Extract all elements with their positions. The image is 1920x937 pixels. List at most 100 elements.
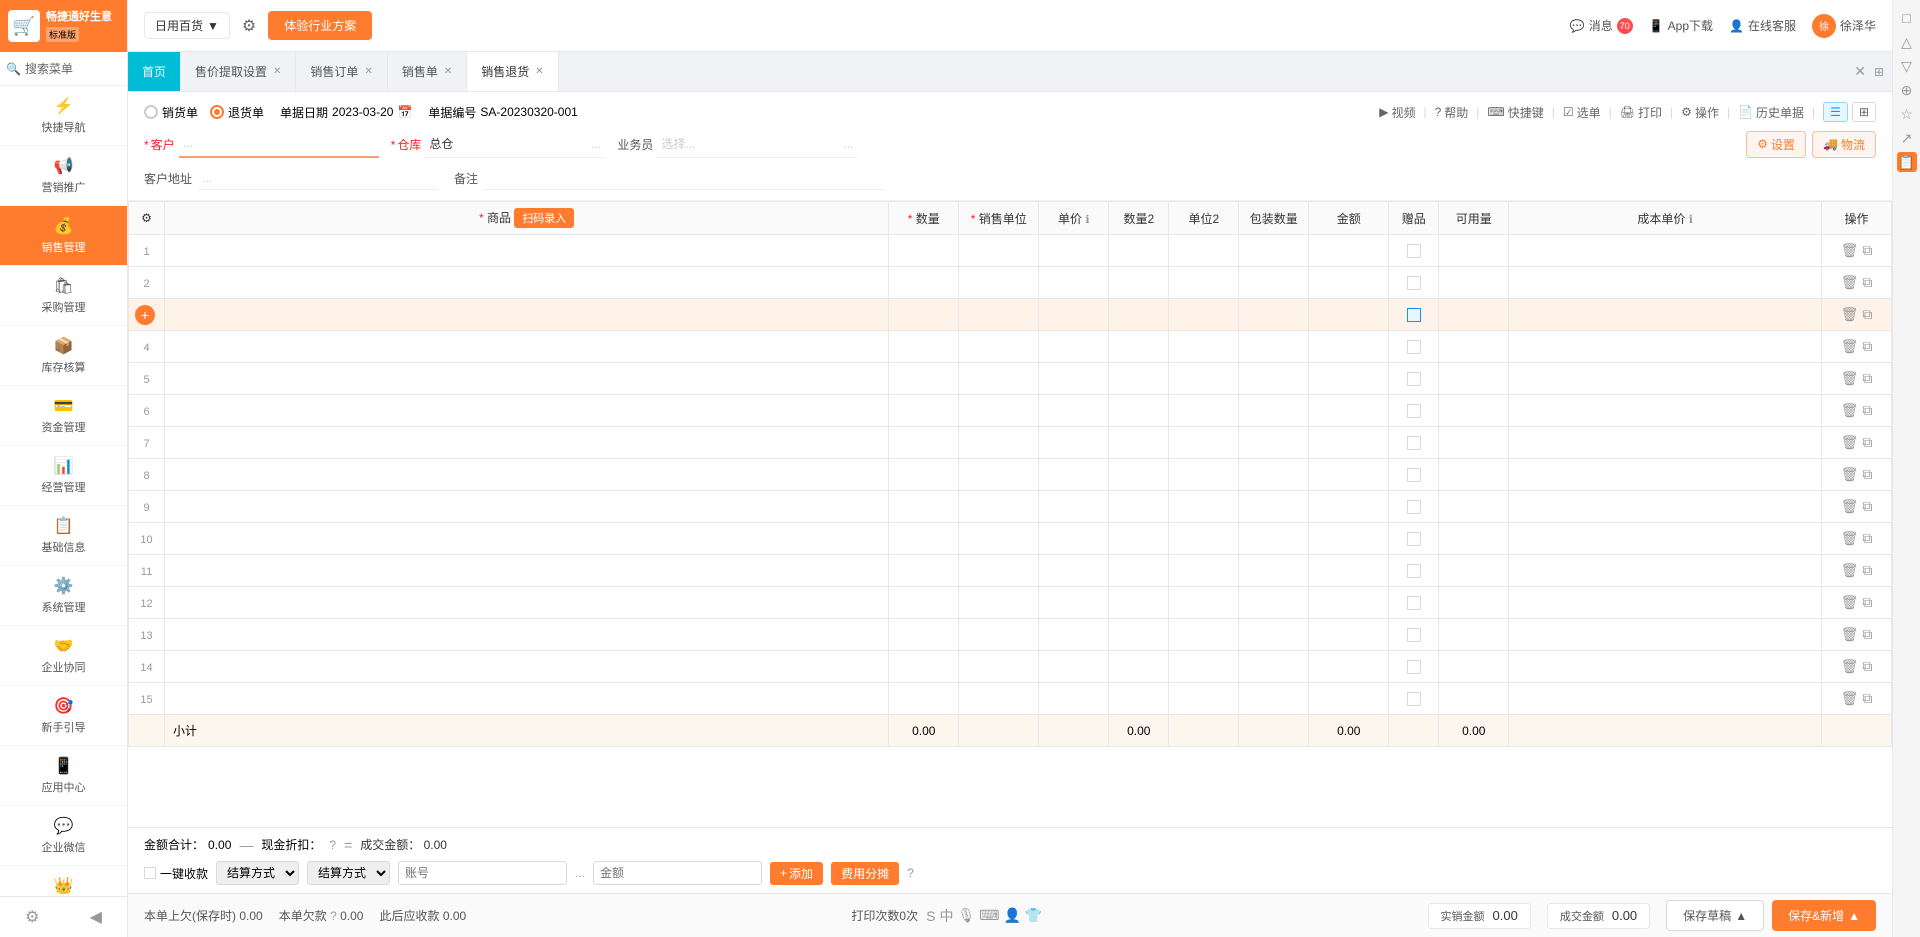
sidebar-item-purchase[interactable]: 🛍 采购管理 (0, 266, 127, 326)
topbar-gear-icon[interactable]: ⚙ (238, 12, 260, 40)
user-profile[interactable]: 徐 徐泽华 (1812, 14, 1876, 38)
delete-row-2-icon[interactable]: 🗑 (1841, 274, 1859, 291)
unit2-cell-1[interactable] (1169, 235, 1239, 267)
delete-row-12-icon[interactable]: 🗑 (1841, 594, 1859, 611)
qty-cell-3[interactable] (889, 299, 959, 331)
gift-checkbox-2[interactable] (1407, 276, 1421, 290)
sidebar-item-sales[interactable]: 💰 销售管理 (0, 206, 127, 266)
copy-row-5-icon[interactable]: ⧉ (1862, 370, 1872, 387)
qty-cell-2[interactable] (889, 267, 959, 299)
gift-checkbox-1[interactable] (1407, 244, 1421, 258)
available-cell-2[interactable] (1439, 267, 1509, 299)
qty-cell-1[interactable] (889, 235, 959, 267)
amount-cell-2[interactable] (1309, 267, 1389, 299)
copy-row-9-icon[interactable]: ⧉ (1862, 498, 1872, 515)
product-cell-3[interactable] (165, 299, 889, 331)
unit-cell-2[interactable] (959, 267, 1039, 299)
action-print[interactable]: 🖨 打印 (1620, 104, 1662, 121)
warehouse-input[interactable]: 总仓 ... (425, 130, 605, 158)
unit-cell-1[interactable] (959, 235, 1039, 267)
collapse-icon[interactable]: ◀ (90, 907, 102, 927)
copy-row-2-icon[interactable]: ⧉ (1862, 274, 1872, 291)
delete-row-13-icon[interactable]: 🗑 (1841, 626, 1859, 643)
delete-row-1-icon[interactable]: 🗑 (1841, 242, 1859, 259)
right-panel-icon-4[interactable]: ⊕ (1897, 80, 1917, 100)
delete-row-11-icon[interactable]: 🗑 (1841, 562, 1859, 579)
add-row-btn[interactable]: + (135, 305, 155, 325)
experience-btn[interactable]: 体验行业方案 (268, 11, 372, 40)
copy-row-6-icon[interactable]: ⧉ (1862, 402, 1872, 419)
delete-row-9-icon[interactable]: 🗑 (1841, 498, 1859, 515)
sidebar-item-enterprise[interactable]: 🤝 企业协同 (0, 626, 127, 686)
available-cell-1[interactable] (1439, 235, 1509, 267)
gift-checkbox-6[interactable] (1407, 404, 1421, 418)
right-panel-icon-3[interactable]: ▽ (1897, 56, 1917, 76)
delete-row-3-icon[interactable]: 🗑 (1841, 306, 1859, 323)
industry-select[interactable]: 日用百货 ▼ (144, 12, 230, 39)
remarks-input[interactable] (484, 166, 884, 190)
amount-cell-1[interactable] (1309, 235, 1389, 267)
save-draft-btn[interactable]: 保存草稿 ▲ (1666, 900, 1764, 931)
right-panel-icon-7[interactable]: 📋 (1897, 152, 1917, 172)
copy-row-1-icon[interactable]: ⧉ (1862, 242, 1872, 259)
unit2-cell-3[interactable] (1169, 299, 1239, 331)
copy-row-8-icon[interactable]: ⧉ (1862, 466, 1872, 483)
copy-row-3-icon[interactable]: ⧉ (1862, 306, 1872, 323)
scan-input-btn[interactable]: 扫码录入 (514, 208, 574, 228)
price-cell-3[interactable] (1039, 299, 1109, 331)
delete-row-7-icon[interactable]: 🗑 (1841, 434, 1859, 451)
gift-checkbox-11[interactable] (1407, 564, 1421, 578)
action-history[interactable]: 📄 历史单据 (1738, 104, 1804, 121)
gift-checkbox-5[interactable] (1407, 372, 1421, 386)
tab-sale-goods[interactable]: 销售单 ✕ (388, 52, 467, 91)
copy-row-12-icon[interactable]: ⧉ (1862, 594, 1872, 611)
list-view-btn[interactable]: ☰ (1823, 102, 1848, 122)
cost-cell-2[interactable] (1509, 267, 1822, 299)
sidebar-item-inventory[interactable]: 📦 库存核算 (0, 326, 127, 386)
delete-row-5-icon[interactable]: 🗑 (1841, 370, 1859, 387)
logistics-btn[interactable]: 🚚 物流 (1812, 131, 1876, 158)
action-select[interactable]: ☑ 选单 (1563, 104, 1601, 121)
address-input[interactable]: ... (198, 166, 438, 190)
action-shortcut[interactable]: ⌨ 快捷键 (1487, 104, 1543, 121)
qty2-cell-2[interactable] (1109, 267, 1169, 299)
customer-input[interactable]: ... (179, 130, 379, 158)
sidebar-item-operations[interactable]: 📊 经营管理 (0, 446, 127, 506)
pack-cell-3[interactable] (1239, 299, 1309, 331)
available-cell-3[interactable] (1439, 299, 1509, 331)
gift-checkbox-7[interactable] (1407, 436, 1421, 450)
copy-row-10-icon[interactable]: ⧉ (1862, 530, 1872, 547)
sidebar-item-app-center[interactable]: 📱 应用中心 (0, 746, 127, 806)
copy-row-15-icon[interactable]: ⧉ (1862, 690, 1872, 707)
sidebar-item-marketing[interactable]: 📢 营销推广 (0, 146, 127, 206)
delete-row-6-icon[interactable]: 🗑 (1841, 402, 1859, 419)
right-panel-icon-1[interactable]: □ (1897, 8, 1917, 28)
gift-checkbox-4[interactable] (1407, 340, 1421, 354)
account-input[interactable] (398, 861, 567, 885)
right-panel-icon-2[interactable]: △ (1897, 32, 1917, 52)
sidebar-item-finance[interactable]: 💳 资金管理 (0, 386, 127, 446)
action-operate[interactable]: ⚙ 操作 (1681, 104, 1719, 121)
expand-icon[interactable]: ⊞ (1874, 65, 1884, 79)
gift-checkbox-8[interactable] (1407, 468, 1421, 482)
question-icon-discount[interactable]: ? (329, 838, 336, 852)
tab-sale-order[interactable]: 销售订单 ✕ (296, 52, 387, 91)
delete-row-10-icon[interactable]: 🗑 (1841, 530, 1859, 547)
gift-checkbox-10[interactable] (1407, 532, 1421, 546)
amount-input[interactable] (593, 861, 762, 885)
pack-cell-2[interactable] (1239, 267, 1309, 299)
product-cell-1[interactable] (165, 235, 889, 267)
tab-close-sale-setting[interactable]: ✕ (273, 66, 281, 77)
gift-checkbox-13[interactable] (1407, 628, 1421, 642)
one-click-collect-checkbox[interactable] (144, 867, 156, 879)
cost-split-help-icon[interactable]: ? (907, 866, 914, 880)
copy-row-7-icon[interactable]: ⧉ (1862, 434, 1872, 451)
amount-cell-3[interactable] (1309, 299, 1389, 331)
settings-bottom-icon[interactable]: ⚙ (25, 907, 39, 927)
gift-checkbox-9[interactable] (1407, 500, 1421, 514)
one-click-collect-label[interactable]: 一键收款 (144, 865, 208, 882)
delete-row-14-icon[interactable]: 🗑 (1841, 658, 1859, 675)
staff-input[interactable]: 选择... ... (657, 130, 857, 158)
billing-method-select[interactable]: 结算方式 (216, 861, 299, 885)
delete-row-4-icon[interactable]: 🗑 (1841, 338, 1859, 355)
